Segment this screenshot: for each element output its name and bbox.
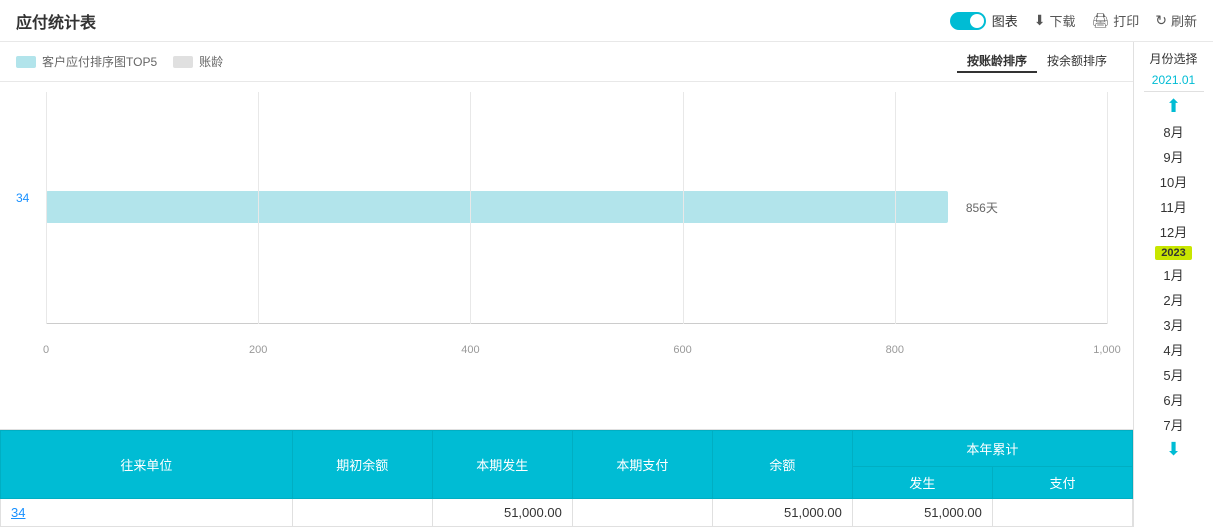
download-button[interactable]: ⬇ 下载 (1034, 11, 1076, 30)
x-tick-1000: 1,000 (1093, 344, 1121, 356)
legend-color-age (173, 56, 193, 68)
main-content: 客户应付排序图TOP5 账龄 按账龄排序 按余额排序 (0, 42, 1213, 527)
grid-line-2 (470, 92, 471, 324)
sidebar-month-11[interactable]: 11月 (1160, 194, 1187, 219)
chart-header: 客户应付排序图TOP5 账龄 按账龄排序 按余额排序 (0, 42, 1133, 82)
sidebar-month-8[interactable]: 8月 (1163, 119, 1183, 144)
legend-label-series: 客户应付排序图TOP5 (42, 53, 157, 70)
grid-line-1 (258, 92, 259, 324)
chart-legend: 客户应付排序图TOP5 账龄 (16, 53, 223, 70)
sidebar-divider-top (1144, 91, 1204, 92)
grid-lines (46, 92, 1107, 324)
td-col5: 51,000.00 (712, 499, 852, 527)
th-col6: 本年累计 (852, 431, 1132, 467)
sidebar-month-10[interactable]: 10月 (1160, 169, 1187, 194)
th-col2: 期初余额 (292, 431, 432, 499)
download-label: 下载 (1049, 11, 1075, 30)
th-col5: 余额 (712, 431, 852, 499)
right-sidebar: 月份选择 2021.01 ⬆ 8月 9月 10月 11月 12月 2023 1月… (1133, 42, 1213, 527)
chart-canvas: 34 856天 0 200 400 600 800 (0, 82, 1133, 429)
x-tick-400: 400 (461, 344, 479, 356)
header-actions: 图表 ⬇ 下载 🖨 打印 ↻ 刷新 (950, 11, 1197, 30)
sidebar-month-7[interactable]: 7月 (1163, 412, 1183, 437)
print-button[interactable]: 🖨 打印 (1091, 11, 1139, 30)
sidebar-month-1[interactable]: 1月 (1163, 262, 1183, 287)
sidebar-month-5[interactable]: 5月 (1163, 362, 1183, 387)
print-icon: 🖨 (1091, 12, 1109, 29)
sidebar-month-6[interactable]: 6月 (1163, 387, 1183, 412)
table-area: 往来单位 期初余额 本期发生 本期支付 余额 本年累计 发生 支付 (0, 429, 1133, 527)
bar-row-label[interactable]: 34 (16, 191, 29, 205)
th-col6-sub2: 支付 (992, 467, 1132, 499)
table-header-row-1: 往来单位 期初余额 本期发生 本期支付 余额 本年累计 (1, 431, 1133, 467)
legend-item-bar: 客户应付排序图TOP5 (16, 53, 157, 70)
chart-area: 客户应付排序图TOP5 账龄 按账龄排序 按余额排序 (0, 42, 1133, 527)
sidebar-month-4[interactable]: 4月 (1163, 337, 1183, 362)
td-col4 (572, 499, 712, 527)
td-col2 (292, 499, 432, 527)
data-table: 往来单位 期初余额 本期发生 本期支付 余额 本年累计 发生 支付 (0, 430, 1133, 527)
sort-tabs: 按账龄排序 按余额排序 (957, 50, 1117, 73)
th-col4: 本期支付 (572, 431, 712, 499)
sidebar-month-2[interactable]: 2月 (1163, 287, 1183, 312)
th-col1: 往来单位 (1, 431, 293, 499)
page-title: 应付统计表 (16, 9, 96, 33)
chart-inner: 34 856天 0 200 400 600 800 (16, 92, 1117, 352)
grid-line-3 (683, 92, 684, 324)
sidebar-current-date[interactable]: 2021.01 (1152, 71, 1195, 89)
grid-line-5 (1107, 92, 1108, 324)
td-col6-sub1: 51,000.00 (852, 499, 992, 527)
td-col6-sub2 (992, 499, 1132, 527)
table-row: 34 51,000.00 51,000.00 51,000.00 (1, 499, 1133, 527)
download-icon: ⬇ (1034, 12, 1046, 29)
td-col1: 34 (1, 499, 293, 527)
legend-color-bar (16, 56, 36, 68)
chart-label: 图表 (992, 11, 1018, 30)
grid-line-0 (46, 92, 47, 324)
sort-tab-balance[interactable]: 按余额排序 (1037, 50, 1117, 73)
header: 应付统计表 图表 ⬇ 下载 🖨 打印 ↻ 刷新 (0, 0, 1213, 42)
th-col6-sub1: 发生 (852, 467, 992, 499)
x-tick-0: 0 (43, 344, 49, 356)
refresh-label: 刷新 (1171, 11, 1197, 30)
sidebar-month-label: 月份选择 (1149, 46, 1197, 71)
sidebar-year-badge: 2023 (1155, 246, 1191, 260)
chart-toggle[interactable] (950, 12, 986, 30)
chart-toggle-group[interactable]: 图表 (950, 11, 1018, 30)
x-tick-800: 800 (886, 344, 904, 356)
row-link-col1[interactable]: 34 (11, 505, 25, 520)
sidebar-up-arrow[interactable]: ⬆ (1166, 94, 1181, 119)
refresh-icon: ↻ (1155, 12, 1167, 29)
print-label: 打印 (1113, 11, 1139, 30)
sidebar-month-12[interactable]: 12月 (1160, 219, 1187, 244)
td-col3: 51,000.00 (432, 499, 572, 527)
sidebar-down-arrow[interactable]: ⬇ (1166, 437, 1181, 462)
th-col3: 本期发生 (432, 431, 572, 499)
sort-tab-age[interactable]: 按账龄排序 (957, 50, 1037, 73)
x-tick-600: 600 (673, 344, 691, 356)
x-tick-200: 200 (249, 344, 267, 356)
refresh-button[interactable]: ↻ 刷新 (1155, 11, 1197, 30)
sidebar-month-9[interactable]: 9月 (1163, 144, 1183, 169)
legend-item-age: 账龄 (173, 53, 223, 70)
legend-label-age: 账龄 (199, 53, 223, 70)
grid-line-4 (895, 92, 896, 324)
sidebar-month-3[interactable]: 3月 (1163, 312, 1183, 337)
